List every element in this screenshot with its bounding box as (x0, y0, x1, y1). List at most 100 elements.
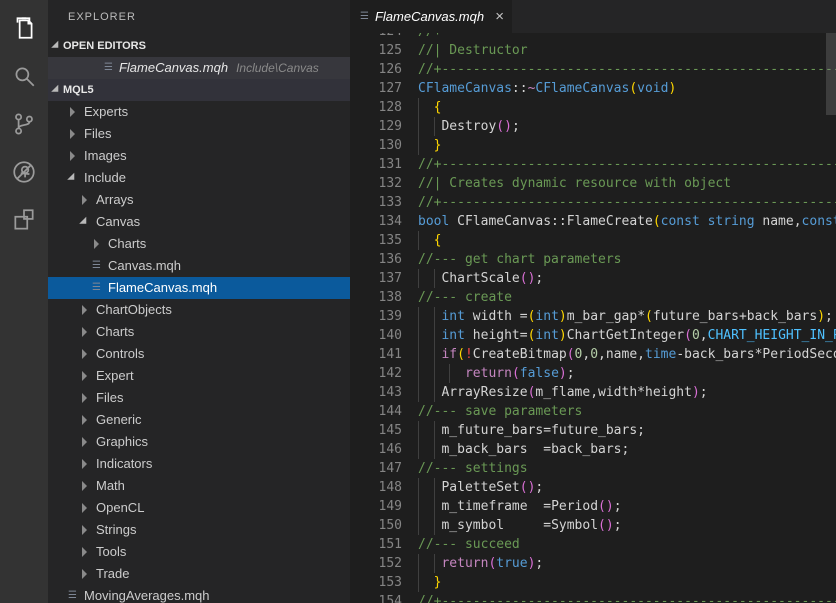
line-number: 154 (350, 592, 402, 603)
tree-item-canvas[interactable]: Canvas (48, 211, 350, 233)
indent-guide (434, 440, 435, 459)
indent-guide (418, 98, 419, 117)
indent-guide (434, 554, 435, 573)
tree-item-chartobjects[interactable]: ChartObjects (48, 299, 350, 321)
line-number: 150 (350, 516, 402, 535)
tree-item-experts[interactable]: Experts (48, 101, 350, 123)
tree-item-indicators[interactable]: Indicators (48, 453, 350, 475)
line-number: 128 (350, 98, 402, 117)
file-icon: ☰ (92, 277, 101, 299)
code-line[interactable]: 151//--- succeed (350, 535, 836, 554)
line-number: 132 (350, 174, 402, 193)
extensions-icon[interactable] (0, 196, 48, 244)
file-icon: ☰ (360, 11, 369, 22)
code-line[interactable]: 137 ChartScale(); (350, 269, 836, 288)
chevron-collapsed-icon (82, 569, 87, 579)
code-line[interactable]: 147//--- settings (350, 459, 836, 478)
code-line[interactable]: 142 return(false); (350, 364, 836, 383)
code-line[interactable]: 129 Destroy(); (350, 117, 836, 136)
tree-item-movingaverages-mqh[interactable]: ☰MovingAverages.mqh (48, 585, 350, 603)
code-line[interactable]: 131//+----------------------------------… (350, 155, 836, 174)
tree-item-flamecanvas-mqh[interactable]: ☰FlameCanvas.mqh (48, 277, 350, 299)
debug-icon[interactable] (0, 148, 48, 196)
line-number: 142 (350, 364, 402, 383)
line-number: 140 (350, 326, 402, 345)
code-line[interactable]: 145 m_future_bars=future_bars; (350, 421, 836, 440)
code-line[interactable]: 130 } (350, 136, 836, 155)
code-line[interactable]: 133//+----------------------------------… (350, 193, 836, 212)
chevron-expanded-icon (51, 85, 62, 96)
open-editors-header[interactable]: OPEN EDITORS (48, 35, 350, 57)
tree-item-strings[interactable]: Strings (48, 519, 350, 541)
code-line[interactable]: 139 int width =(int)m_bar_gap*(future_ba… (350, 307, 836, 326)
code-line[interactable]: 135 { (350, 231, 836, 250)
editor-scrollbar[interactable] (826, 33, 836, 115)
tree-item-images[interactable]: Images (48, 145, 350, 167)
code-lines: 124//+----------------------------------… (350, 33, 836, 603)
code-line[interactable]: 128 { (350, 98, 836, 117)
code-line[interactable]: 141 if(!CreateBitmap(0,0,name,time-back_… (350, 345, 836, 364)
open-editors-label: OPEN EDITORS (63, 35, 146, 57)
tree-item-label: Canvas.mqh (108, 255, 181, 277)
explorer-icon[interactable] (0, 4, 48, 52)
code-line[interactable]: 143 ArrayResize(m_flame,width*height); (350, 383, 836, 402)
tree-item-charts[interactable]: Charts (48, 321, 350, 343)
tree-item-tools[interactable]: Tools (48, 541, 350, 563)
tree-item-expert[interactable]: Expert (48, 365, 350, 387)
code-line[interactable]: 138//--- create (350, 288, 836, 307)
tree-item-include[interactable]: Include (48, 167, 350, 189)
tree-item-controls[interactable]: Controls (48, 343, 350, 365)
tree-item-canvas-mqh[interactable]: ☰Canvas.mqh (48, 255, 350, 277)
chevron-collapsed-icon (70, 129, 75, 139)
chevron-collapsed-icon (94, 239, 99, 249)
code-line[interactable]: 125//| Destructor (350, 41, 836, 60)
close-icon[interactable]: × (495, 9, 504, 24)
open-editor-flamecanvas[interactable]: ☰ FlameCanvas.mqh Include\Canvas (48, 57, 350, 79)
chevron-collapsed-icon (82, 503, 87, 513)
code-line[interactable]: 144//--- save parameters (350, 402, 836, 421)
editor-group[interactable]: ☰ FlameCanvas.mqh × 124//+--------------… (350, 0, 836, 603)
code-line[interactable]: 150 m_symbol =Symbol(); (350, 516, 836, 535)
source-control-icon[interactable] (0, 100, 48, 148)
tree-item-generic[interactable]: Generic (48, 409, 350, 431)
indent-guide (434, 421, 435, 440)
code-line[interactable]: 153 } (350, 573, 836, 592)
tab-flamecanvas[interactable]: ☰ FlameCanvas.mqh × (350, 0, 512, 33)
tree-item-arrays[interactable]: Arrays (48, 189, 350, 211)
code-line[interactable]: 152 return(true); (350, 554, 836, 573)
indent-guide (418, 307, 419, 326)
tree-item-opencl[interactable]: OpenCL (48, 497, 350, 519)
chevron-collapsed-icon (70, 151, 75, 161)
code-editor[interactable]: 124//+----------------------------------… (350, 33, 836, 603)
code-line[interactable]: 148 PaletteSet(); (350, 478, 836, 497)
code-line[interactable]: 124//+----------------------------------… (350, 33, 836, 41)
indent-guide (434, 117, 435, 136)
search-icon[interactable] (0, 52, 48, 100)
indent-guide (418, 136, 419, 155)
tree-item-math[interactable]: Math (48, 475, 350, 497)
tab-bar: ☰ FlameCanvas.mqh × (350, 0, 836, 33)
line-number: 127 (350, 79, 402, 98)
tree-item-trade[interactable]: Trade (48, 563, 350, 585)
code-line[interactable]: 154//+----------------------------------… (350, 592, 836, 603)
mql5-section-header[interactable]: MQL5 (48, 79, 350, 101)
code-line[interactable]: 134bool CFlameCanvas::FlameCreate(const … (350, 212, 836, 231)
code-line[interactable]: 126//+----------------------------------… (350, 60, 836, 79)
code-line[interactable]: 136//--- get chart parameters (350, 250, 836, 269)
chevron-collapsed-icon (82, 481, 87, 491)
line-number: 145 (350, 421, 402, 440)
code-line[interactable]: 127CFlameCanvas::~CFlameCanvas(void) (350, 79, 836, 98)
indent-guide (418, 345, 419, 364)
code-line[interactable]: 140 int height=(int)ChartGetInteger(0,CH… (350, 326, 836, 345)
chevron-collapsed-icon (82, 393, 87, 403)
tree-item-files[interactable]: Files (48, 123, 350, 145)
indent-guide (418, 421, 419, 440)
code-line[interactable]: 132//| Creates dynamic resource with obj… (350, 174, 836, 193)
code-line[interactable]: 149 m_timeframe =Period(); (350, 497, 836, 516)
tree-item-charts[interactable]: Charts (48, 233, 350, 255)
line-number: 133 (350, 193, 402, 212)
code-line[interactable]: 146 m_back_bars =back_bars; (350, 440, 836, 459)
line-number: 137 (350, 269, 402, 288)
tree-item-graphics[interactable]: Graphics (48, 431, 350, 453)
tree-item-files[interactable]: Files (48, 387, 350, 409)
